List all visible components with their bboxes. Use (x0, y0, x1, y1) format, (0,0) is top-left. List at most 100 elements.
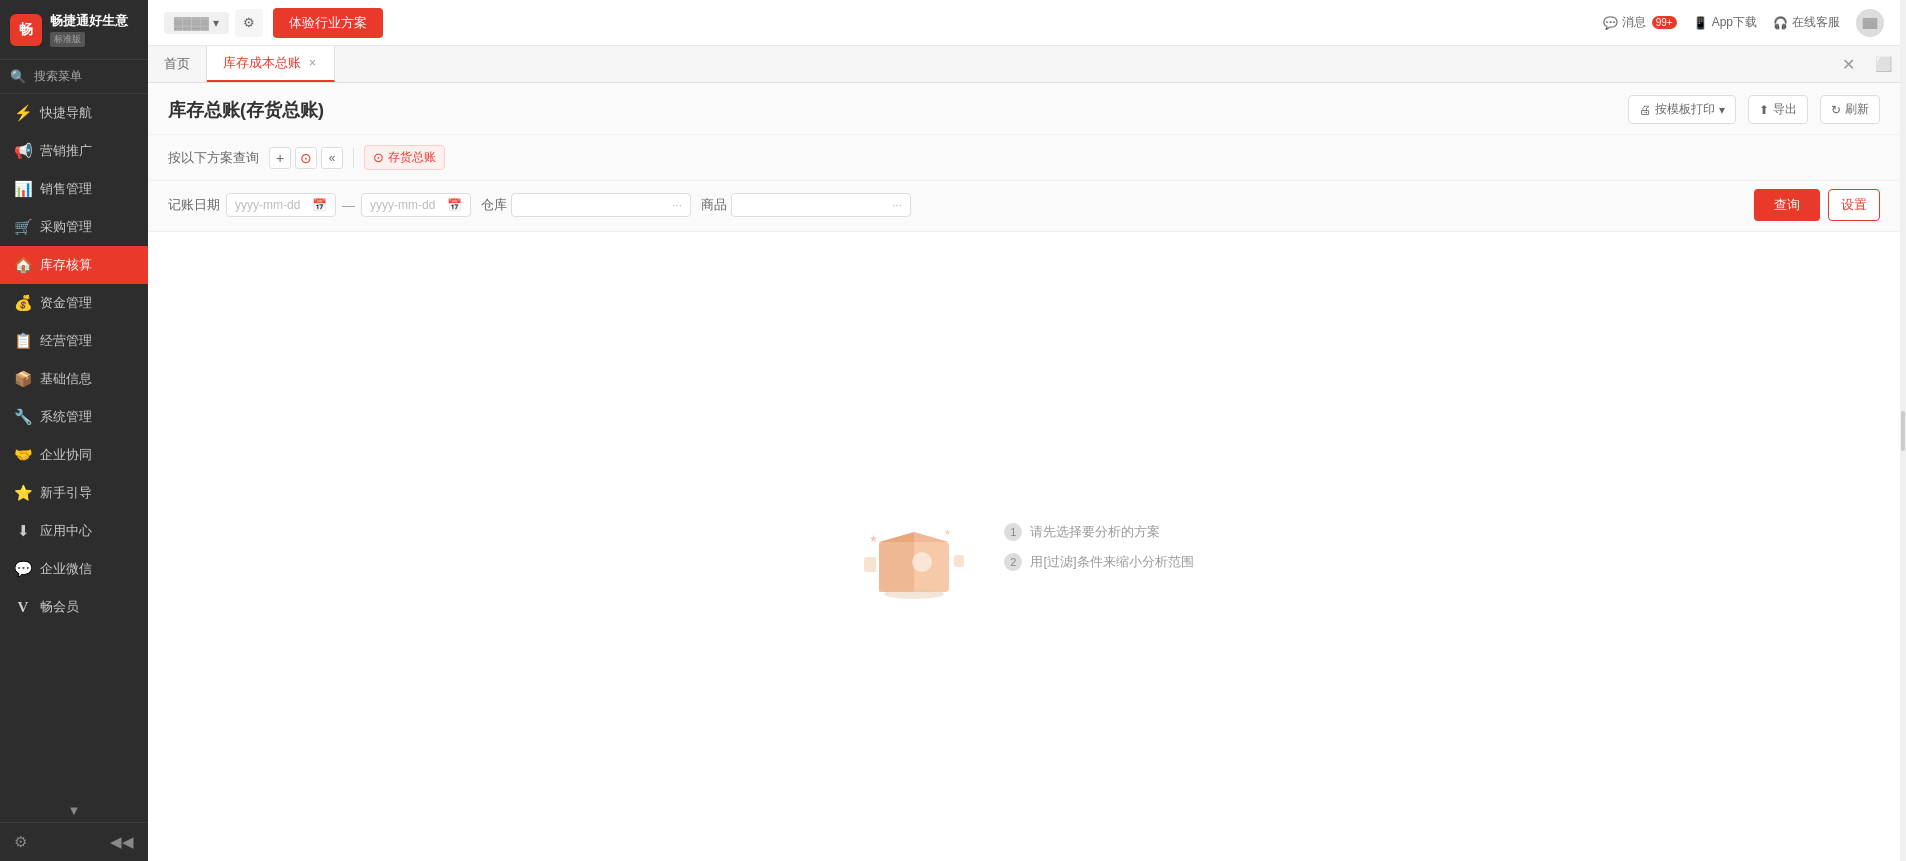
sidebar-item-basic[interactable]: 📦 基础信息 (0, 360, 148, 398)
empty-illustration: ★ ★ (854, 487, 974, 607)
sidebar-item-system[interactable]: 🔧 系统管理 (0, 398, 148, 436)
tab-panel-close-button[interactable]: ✕ (1830, 55, 1867, 74)
empty-tip-2: 2 用[过滤]条件来缩小分析范围 (1004, 553, 1193, 571)
scheme-tag[interactable]: ⊙ 存货总账 (364, 145, 445, 170)
sidebar-item-appcenter[interactable]: ⬇ 应用中心 (0, 512, 148, 550)
footer-settings-button[interactable]: ⚙ (14, 833, 27, 851)
collapse-icon: « (329, 151, 336, 165)
quicknav-icon: ⚡ (14, 104, 32, 122)
sidebar-item-system-label: 系统管理 (40, 408, 92, 426)
industry-solution-button[interactable]: 体验行业方案 (273, 8, 383, 38)
goods-field: 商品 ··· (701, 193, 911, 217)
query-actions: 查询 设置 (1754, 189, 1880, 221)
enterprise-icon: 🤝 (14, 446, 32, 464)
user-name: ▓▓▓▓ (174, 16, 209, 30)
tip-1-text: 请先选择要分析的方案 (1030, 523, 1160, 541)
sidebar-item-finance-label: 资金管理 (40, 294, 92, 312)
tab-home-label: 首页 (164, 55, 190, 73)
add-scheme-button[interactable]: + (269, 147, 291, 169)
export-icon: ⬆ (1759, 103, 1769, 117)
settings-config-button[interactable]: 设置 (1828, 189, 1880, 221)
sidebar-search[interactable]: 🔍 搜索菜单 (0, 60, 148, 94)
sidebar-item-wechat[interactable]: 💬 企业微信 (0, 550, 148, 588)
date-end-input[interactable]: yyyy-mm-dd 📅 (361, 193, 471, 217)
tab-home[interactable]: 首页 (148, 46, 207, 82)
date-start-input[interactable]: yyyy-mm-dd 📅 (226, 193, 336, 217)
filter-scheme-buttons: + ⊙ « (269, 147, 343, 169)
refresh-button[interactable]: ↻ 刷新 (1820, 95, 1880, 124)
svg-point-5 (884, 589, 944, 599)
sidebar-item-enterprise-label: 企业协同 (40, 446, 92, 464)
purchase-icon: 🛒 (14, 218, 32, 236)
topbar-user[interactable]: ▓▓▓▓ ▾ (164, 12, 229, 34)
print-button[interactable]: 🖨 按模板打印 ▾ (1628, 95, 1736, 124)
warehouse-field: 仓库 ··· (481, 193, 691, 217)
warehouse-select[interactable]: ··· (511, 193, 691, 217)
svg-text:★: ★ (944, 528, 951, 537)
sidebar-nav: ⚡ 快捷导航 📢 营销推广 📊 销售管理 🛒 采购管理 🏠 库存核算 💰 资金管… (0, 94, 148, 799)
headset-icon: 🎧 (1773, 16, 1788, 30)
export-button[interactable]: ⬆ 导出 (1748, 95, 1808, 124)
app-download-label: App下载 (1712, 14, 1757, 31)
sidebar-footer: ⚙ ◀◀ (0, 822, 148, 861)
app-download-button[interactable]: 📱 App下载 (1693, 14, 1757, 31)
filter-row2: 记账日期 yyyy-mm-dd 📅 — yyyy-mm-dd 📅 仓库 ··· (148, 181, 1900, 232)
search-icon: 🔍 (10, 69, 26, 84)
empty-tip-1: 1 请先选择要分析的方案 (1004, 523, 1193, 541)
sidebar-item-quicknav[interactable]: ⚡ 快捷导航 (0, 94, 148, 132)
management-icon: 📋 (14, 332, 32, 350)
date-end-placeholder: yyyy-mm-dd (370, 198, 435, 212)
calendar-start-icon: 📅 (312, 198, 327, 212)
manage-icon: ⊙ (300, 150, 312, 166)
sidebar-item-sales[interactable]: 📊 销售管理 (0, 170, 148, 208)
marketing-icon: 📢 (14, 142, 32, 160)
query-button[interactable]: 查询 (1754, 189, 1820, 221)
goods-dots: ··· (892, 198, 902, 212)
goods-select[interactable]: ··· (731, 193, 911, 217)
tab-inventory-ledger[interactable]: 库存成本总账 × (207, 46, 335, 82)
export-label: 导出 (1773, 101, 1797, 118)
manage-scheme-button[interactable]: ⊙ (295, 147, 317, 169)
user-avatar[interactable]: ▓▓ (1856, 9, 1884, 37)
right-panel-handle[interactable] (1901, 411, 1905, 451)
online-service-button[interactable]: 🎧 在线客服 (1773, 14, 1840, 31)
phone-icon: 📱 (1693, 16, 1708, 30)
sidebar-item-enterprise[interactable]: 🤝 企业协同 (0, 436, 148, 474)
sidebar-item-marketing-label: 营销推广 (40, 142, 92, 160)
tab-expand-button[interactable]: ⬜ (1867, 56, 1900, 72)
sidebar-item-member-label: 畅会员 (40, 598, 79, 616)
sidebar-item-marketing[interactable]: 📢 营销推广 (0, 132, 148, 170)
filter-area: 按以下方案查询 + ⊙ « ⊙ 存货总账 (148, 135, 1900, 181)
tab-close-button[interactable]: × (307, 56, 318, 70)
panel-close-icon: ✕ (1842, 55, 1855, 74)
search-menu-label: 搜索菜单 (34, 68, 82, 85)
basic-icon: 📦 (14, 370, 32, 388)
sidebar-item-purchase[interactable]: 🛒 采购管理 (0, 208, 148, 246)
empty-tips: 1 请先选择要分析的方案 2 用[过滤]条件来缩小分析范围 (1004, 523, 1193, 571)
sidebar-item-member[interactable]: V 畅会员 (0, 588, 148, 626)
sidebar-item-finance[interactable]: 💰 资金管理 (0, 284, 148, 322)
sidebar-scroll-down[interactable]: ▼ (0, 799, 148, 822)
tip-2-text: 用[过滤]条件来缩小分析范围 (1030, 553, 1193, 571)
member-icon: V (14, 599, 32, 616)
brand-name: 畅捷通好生意 (50, 12, 128, 30)
sidebar-item-inventory[interactable]: 🏠 库存核算 (0, 246, 148, 284)
sidebar-item-management[interactable]: 📋 经营管理 (0, 322, 148, 360)
guide-icon: ⭐ (14, 484, 32, 502)
message-label: 消息 (1622, 14, 1646, 31)
collapse-button[interactable]: « (321, 147, 343, 169)
sidebar-item-guide[interactable]: ⭐ 新手引导 (0, 474, 148, 512)
message-badge: 99+ (1652, 16, 1677, 29)
message-button[interactable]: 💬 消息 99+ (1603, 14, 1677, 31)
inventory-icon: 🏠 (14, 256, 32, 274)
appcenter-icon: ⬇ (14, 522, 32, 540)
topbar-settings-button[interactable]: ⚙ (235, 9, 263, 37)
tip-2-number: 2 (1004, 553, 1022, 571)
print-icon: 🖨 (1639, 103, 1651, 117)
sidebar-item-inventory-label: 库存核算 (40, 256, 92, 274)
sidebar: 畅 畅捷通好生意 标准版 🔍 搜索菜单 ⚡ 快捷导航 📢 营销推广 📊 销售管理… (0, 0, 148, 861)
online-service-label: 在线客服 (1792, 14, 1840, 31)
sidebar-item-purchase-label: 采购管理 (40, 218, 92, 236)
message-icon: 💬 (1603, 16, 1618, 30)
footer-audio-button[interactable]: ◀◀ (110, 833, 134, 851)
